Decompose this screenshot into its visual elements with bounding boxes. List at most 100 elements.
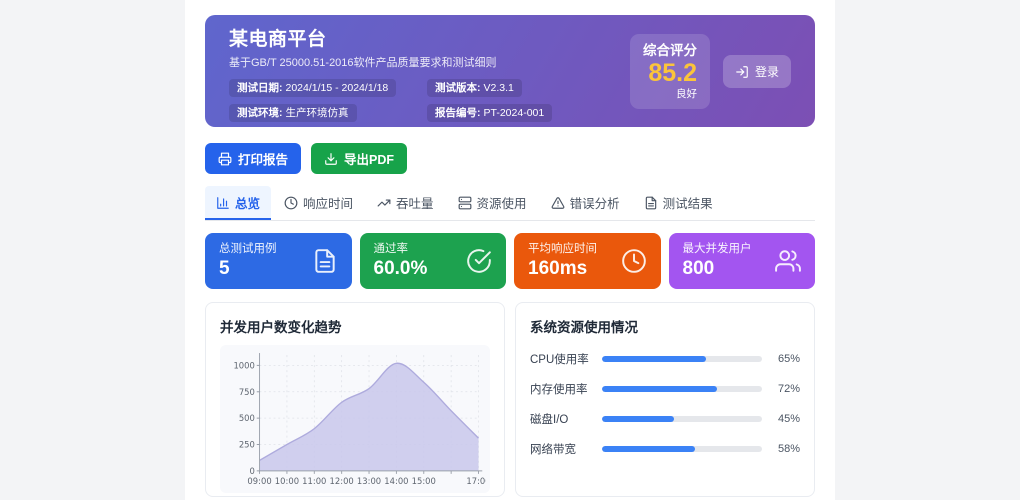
tab-label: 测试结果: [662, 197, 713, 211]
resource-label: CPU使用率: [530, 354, 589, 366]
resource-row-network: 网络带宽 58%: [530, 441, 800, 457]
progress-track: [602, 416, 762, 422]
stat-card-max-concurrent-users: 最大并发用户 800: [668, 233, 815, 289]
print-report-button[interactable]: 打印报告: [205, 143, 302, 174]
svg-text:09:00: 09:00: [247, 477, 271, 487]
tab-resource-usage[interactable]: 资源使用: [447, 186, 538, 220]
stat-card-pass-rate: 通过率 60.0%: [359, 233, 506, 289]
stat-cards: 总测试用例 5 通过率 60.0% 平均响应时间 160ms 最大并发用户 80…: [205, 233, 815, 289]
tab-error-analysis[interactable]: 错误分析: [540, 186, 631, 220]
server-icon: [458, 196, 472, 210]
score-grade: 良好: [675, 88, 697, 100]
progress-track: [602, 386, 762, 392]
export-pdf-label: 导出PDF: [344, 153, 395, 167]
clock-icon: [284, 196, 298, 210]
meta-badge-test-env: 测试环境: 生产环境仿真: [229, 104, 357, 122]
resource-row-cpu: CPU使用率 65%: [530, 351, 800, 367]
bottom-panels: 并发用户数变化趋势 0 250 500 750 1000 09:00 10:00 11:00 1…: [205, 302, 815, 497]
resource-percent: 45%: [777, 413, 800, 425]
resource-percent: 72%: [777, 383, 800, 395]
resource-percent: 58%: [777, 443, 800, 455]
meta-label: 报告编号:: [435, 107, 481, 119]
stat-label: 通过率: [373, 243, 409, 255]
check-circle-icon: [466, 248, 492, 274]
resource-usage-panel: 系统资源使用情况 CPU使用率 65% 内存使用率 72% 磁盘I/O 45% …: [515, 302, 815, 497]
login-label: 登录: [754, 65, 779, 79]
tab-label: 总览: [235, 197, 261, 211]
score-value: 85.2: [648, 59, 697, 87]
page-background: 某电商平台 基于GB/T 25000.51-2016软件产品质量要求和测试细则 …: [0, 0, 1020, 500]
stat-value: 800: [682, 258, 715, 279]
export-pdf-button[interactable]: 导出PDF: [311, 143, 408, 174]
stat-card-total-cases: 总测试用例 5: [205, 233, 352, 289]
concurrency-area-chart: 0 250 500 750 1000 09:00 10:00 11:00 12:00 13:00 1…: [220, 345, 490, 493]
svg-text:750: 750: [239, 388, 255, 398]
meta-label: 测试环境:: [237, 107, 283, 119]
meta-label: 测试日期:: [237, 82, 283, 94]
area-chart-svg: 0250500750100009:00 10:00 11:00 12:00 13:00 1…: [233, 353, 486, 487]
resource-label: 内存使用率: [530, 384, 588, 396]
svg-text:11:00: 11:00: [302, 477, 326, 487]
meta-value: PT-2024-001: [483, 107, 545, 119]
report-subtitle: 基于GB/T 25000.51-2016软件产品质量要求和测试细则: [229, 57, 497, 69]
resource-panel-title: 系统资源使用情况: [530, 320, 638, 335]
stat-text: 总测试用例 5: [219, 242, 277, 280]
svg-text:0: 0: [250, 467, 255, 477]
stat-text: 最大并发用户 800: [683, 242, 752, 280]
tab-test-results[interactable]: 测试结果: [633, 186, 724, 220]
resource-percent: 65%: [777, 353, 800, 365]
report-header-info: 某电商平台 基于GB/T 25000.51-2016软件产品质量要求和测试细则 …: [229, 28, 553, 122]
svg-text:14:00: 14:00: [384, 477, 408, 487]
resource-row-memory: 内存使用率 72%: [530, 381, 800, 397]
meta-value: V2.3.1: [483, 82, 514, 94]
users-icon: [775, 248, 801, 274]
file-text-icon: [644, 196, 658, 210]
tab-throughput[interactable]: 吞吐量: [366, 186, 445, 220]
svg-text:12:00: 12:00: [330, 477, 354, 487]
print-report-label: 打印报告: [238, 153, 289, 167]
stat-label: 平均响应时间: [528, 243, 597, 255]
tab-label: 错误分析: [569, 197, 620, 211]
trending-up-icon: [377, 196, 391, 210]
meta-label: 测试版本:: [435, 82, 481, 94]
resource-row-disk-io: 磁盘I/O 45%: [530, 411, 800, 427]
page-title: 某电商平台: [229, 29, 327, 50]
report-header-card: 某电商平台 基于GB/T 25000.51-2016软件产品质量要求和测试细则 …: [205, 15, 815, 127]
meta-badge-test-date: 测试日期: 2024/1/15 - 2024/1/18: [229, 79, 397, 97]
resource-label: 网络带宽: [530, 444, 576, 456]
stat-label: 最大并发用户: [682, 243, 752, 255]
clock-icon: [621, 248, 647, 274]
report-content: 某电商平台 基于GB/T 25000.51-2016软件产品质量要求和测试细则 …: [185, 0, 835, 500]
svg-text:10:00: 10:00: [275, 477, 299, 487]
chart-panel-title: 并发用户数变化趋势: [220, 320, 342, 335]
tab-label: 资源使用: [476, 197, 527, 211]
toolbar: 打印报告 导出PDF: [205, 143, 815, 174]
svg-text:250: 250: [239, 440, 255, 450]
resource-rows: CPU使用率 65% 内存使用率 72% 磁盘I/O 45% 网络带宽 58%: [530, 351, 800, 457]
progress-fill: [602, 386, 718, 392]
tab-overview[interactable]: 总览: [205, 186, 272, 220]
tab-label: 吞吐量: [396, 197, 434, 211]
concurrency-chart-panel: 并发用户数变化趋势 0 250 500 750 1000 09:00 10:00 11:00 1…: [205, 302, 505, 497]
score-label: 综合评分: [642, 43, 697, 58]
login-button[interactable]: 登录: [722, 55, 791, 88]
stat-text: 通过率 60.0%: [374, 242, 428, 280]
bar-chart-icon: [216, 196, 230, 210]
resource-label: 磁盘I/O: [530, 414, 569, 426]
progress-track: [602, 356, 762, 362]
overall-score-box: 综合评分 85.2 良好: [629, 34, 710, 109]
tab-response-time[interactable]: 响应时间: [273, 186, 364, 220]
svg-text:17:00: 17:00: [466, 477, 486, 487]
meta-badge-report-no: 报告编号: PT-2024-001: [427, 104, 553, 122]
report-tabs: 总览 响应时间 吞吐量 资源使用 错误分析 测试结果: [205, 186, 815, 221]
login-icon: [735, 65, 749, 79]
svg-text:13:00: 13:00: [357, 477, 381, 487]
meta-badge-test-version: 测试版本: V2.3.1: [427, 79, 522, 97]
stat-value: 5: [219, 258, 230, 279]
meta-value: 2024/1/15 - 2024/1/18: [285, 82, 389, 94]
progress-fill: [602, 356, 706, 362]
printer-icon: [218, 152, 232, 166]
stat-card-avg-response-time: 平均响应时间 160ms: [514, 233, 661, 289]
svg-text:500: 500: [239, 414, 255, 424]
svg-text:1000: 1000: [233, 361, 254, 371]
